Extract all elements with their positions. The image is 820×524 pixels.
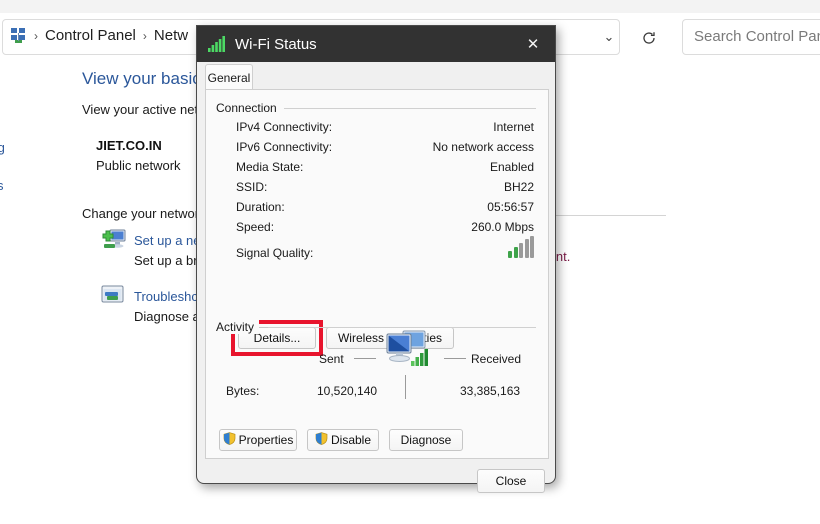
value-speed: 260.0 Mbps xyxy=(471,220,534,234)
tab-general[interactable]: General xyxy=(205,64,253,90)
activity-received-label: Received xyxy=(471,352,522,366)
disable-button[interactable]: Disable xyxy=(307,429,379,451)
breadcrumb-item-control-panel[interactable]: Control Panel xyxy=(45,27,136,44)
page-title: View your basic xyxy=(82,69,201,88)
troubleshoot-icon xyxy=(101,285,125,312)
wifi-signal-icon xyxy=(208,36,226,52)
activity-received-bytes: 33,385,163 xyxy=(460,384,521,398)
properties-button-label: Properties xyxy=(238,433,294,447)
close-icon[interactable]: ✕ xyxy=(511,26,555,62)
breadcrumb: › Control Panel › Netw xyxy=(10,27,188,44)
link-troubleshoot-desc: Diagnose a xyxy=(134,309,200,324)
group-label-connection: Connection xyxy=(216,101,282,115)
label-ipv4-connectivity: IPv4 Connectivity: xyxy=(236,120,333,134)
active-network-type: Public network xyxy=(96,158,181,173)
window-top-strip xyxy=(0,0,820,13)
label-media-state: Media State: xyxy=(236,160,304,174)
dialog-title-bar: Wi-Fi Status ✕ xyxy=(197,26,555,62)
chevron-down-icon[interactable]: ⌄ xyxy=(597,28,621,46)
value-ipv4-connectivity: Internet xyxy=(493,120,534,134)
refresh-icon[interactable] xyxy=(636,26,662,50)
activity-sent-bytes: 10,520,140 xyxy=(317,384,378,398)
breadcrumb-separator-1: › xyxy=(34,28,38,43)
activity-dash-right xyxy=(444,358,466,359)
uac-shield-icon xyxy=(315,432,328,448)
activity-dash-left xyxy=(354,358,376,359)
value-media-state: Enabled xyxy=(489,160,534,174)
two-computers-network-icon xyxy=(384,328,436,381)
label-signal-quality: Signal Quality: xyxy=(236,246,314,260)
breadcrumb-separator-2: › xyxy=(142,28,147,43)
label-duration: Duration: xyxy=(236,200,285,214)
value-ipv6-connectivity: No network access xyxy=(432,140,534,154)
close-button[interactable]: Close xyxy=(477,469,545,493)
activity-divider xyxy=(405,375,406,399)
signal-strength-icon xyxy=(508,236,534,258)
value-duration: 05:56:57 xyxy=(487,200,534,214)
active-network-name: JIET.CO.IN xyxy=(96,138,162,153)
group-rule-connection xyxy=(284,108,536,109)
uac-shield-icon xyxy=(223,432,236,448)
disable-button-label: Disable xyxy=(330,433,372,447)
group-label-activity: Activity xyxy=(216,320,260,334)
label-ssid: SSID: xyxy=(236,180,268,194)
breadcrumb-item-network[interactable]: Netw xyxy=(154,27,188,44)
label-speed: Speed: xyxy=(236,220,275,234)
link-setup-new-connection-desc: Set up a br xyxy=(134,253,198,268)
active-networks-label: View your active netw xyxy=(82,102,208,117)
value-ssid: BH22 xyxy=(503,180,534,194)
wifi-status-dialog: Wi-Fi Status ✕ General Connection IPv4 C… xyxy=(196,25,556,493)
diagnose-button[interactable]: Diagnose xyxy=(389,429,463,451)
search-placeholder: Search Control Pane xyxy=(694,28,820,45)
dialog-title: Wi-Fi Status xyxy=(235,35,317,53)
tab-panel-general: Connection IPv4 Connectivity: Internet I… xyxy=(205,89,549,459)
sidebar-item-2[interactable]: aring xyxy=(0,140,5,155)
change-settings-heading: Change your networ xyxy=(82,206,200,221)
setup-new-connection-icon xyxy=(101,229,127,258)
link-setup-new-connection[interactable]: Set up a ne xyxy=(134,233,201,248)
link-troubleshoot[interactable]: Troubleshc xyxy=(134,289,198,304)
label-ipv6-connectivity: IPv6 Connectivity: xyxy=(236,140,333,154)
network-control-panel-icon xyxy=(10,27,27,44)
activity-bytes-label: Bytes: xyxy=(226,384,260,398)
activity-sent-label: Sent xyxy=(319,352,344,366)
properties-button[interactable]: Properties xyxy=(219,429,297,451)
sidebar-item-3[interactable]: tions xyxy=(0,178,3,193)
